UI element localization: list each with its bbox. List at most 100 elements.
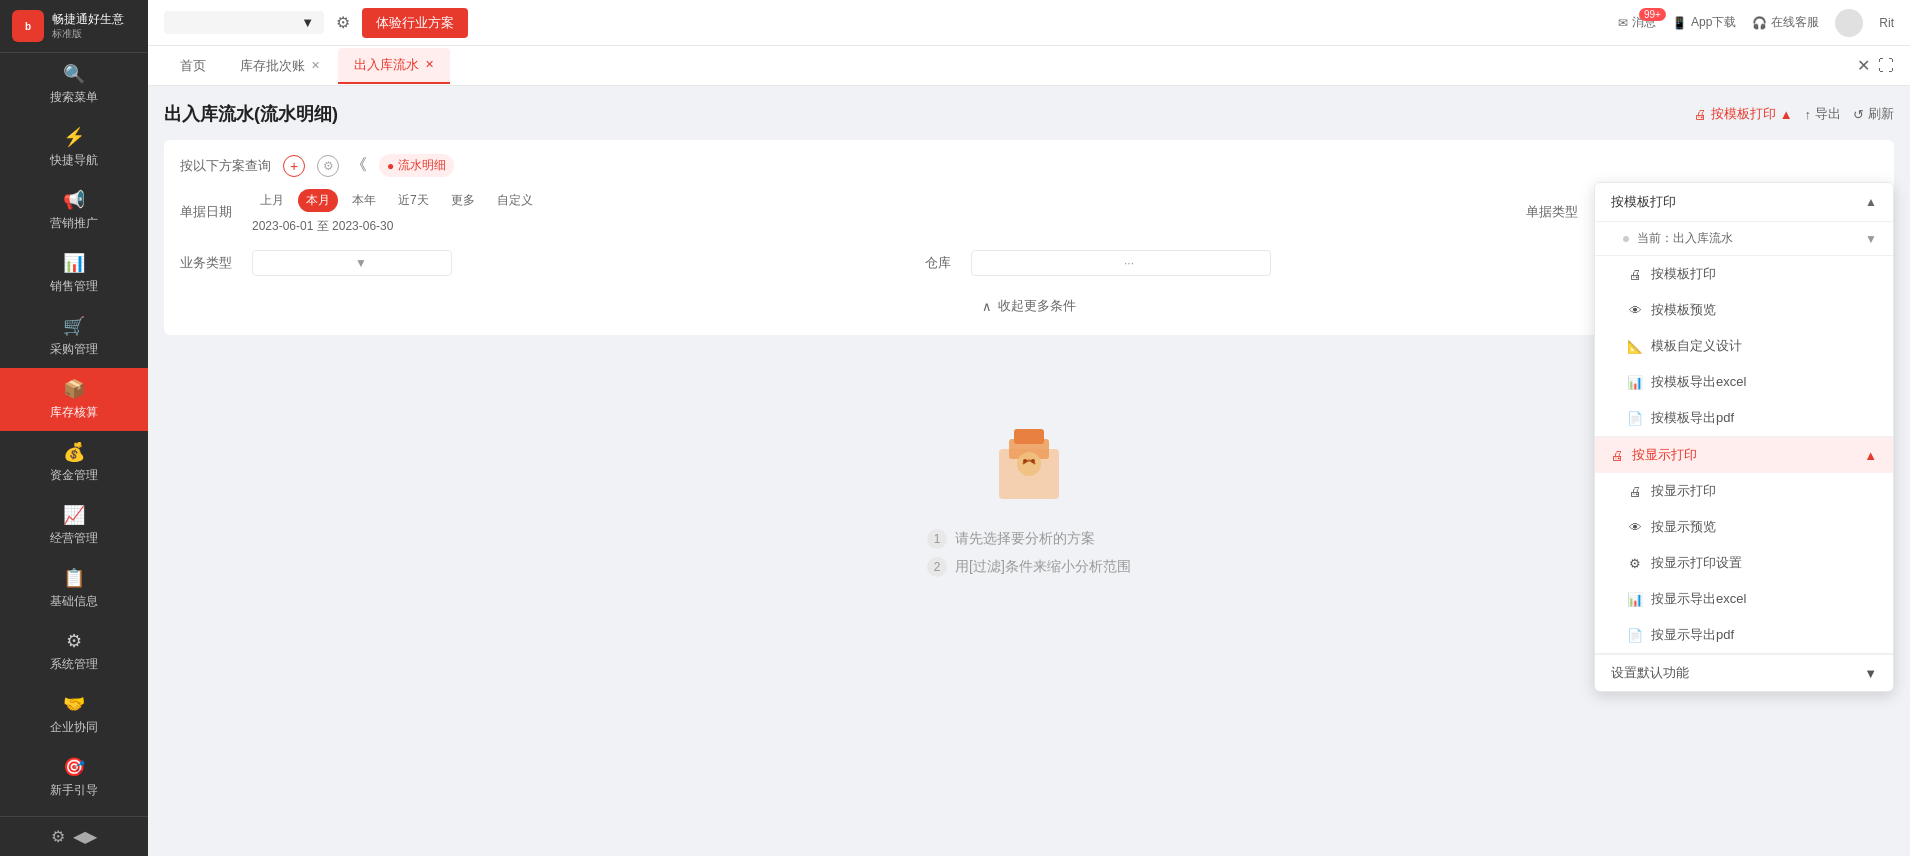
sidebar-item-app-center[interactable]: 🔲 应用中心 bbox=[0, 809, 148, 816]
warehouse-more-icon[interactable]: ··· bbox=[1124, 256, 1260, 270]
sidebar-item-newbie[interactable]: 🎯 新手引导 bbox=[0, 746, 148, 809]
user-avatar[interactable] bbox=[1835, 9, 1863, 37]
warehouse-dropdown[interactable]: ··· bbox=[971, 250, 1271, 276]
sidebar-item-inventory[interactable]: 📦 库存核算 bbox=[0, 368, 148, 431]
prev-month-btn[interactable]: 上月 bbox=[252, 189, 292, 212]
header-search-input[interactable] bbox=[174, 16, 301, 30]
dropdown-item-display-print-settings[interactable]: ⚙ 按显示打印设置 bbox=[1595, 545, 1893, 581]
sidebar-collapse-btn[interactable]: ◀▶ bbox=[73, 827, 97, 846]
template-print-button[interactable]: 🖨 按模板打印 ▲ bbox=[1694, 105, 1793, 123]
business-type-label: 业务类型 bbox=[180, 254, 232, 272]
tab-inventory-batch[interactable]: 库存批次账 ✕ bbox=[224, 49, 336, 83]
username-label[interactable]: Rit bbox=[1879, 16, 1894, 30]
message-badge: 99+ bbox=[1639, 8, 1666, 21]
tab-in-out-flow[interactable]: 出入库流水 ✕ bbox=[338, 48, 450, 84]
custom-date-btn[interactable]: 自定义 bbox=[489, 189, 541, 212]
hint-num-1: 1 bbox=[927, 529, 947, 549]
current-item-label: 当前：出入库流水 bbox=[1637, 230, 1733, 247]
dropdown-panel-footer[interactable]: 设置默认功能 ▼ bbox=[1595, 654, 1893, 691]
sidebar-logo: b 畅捷通好生意 标准版 bbox=[0, 0, 148, 53]
message-icon: ✉ bbox=[1618, 16, 1628, 30]
svg-point-5 bbox=[1017, 452, 1041, 476]
refresh-button[interactable]: ↺ 刷新 bbox=[1853, 105, 1894, 123]
template-print-dropdown-panel: 按模板打印 ▲ 当前：出入库流水 ▼ 🖨 按模板打印 👁 bbox=[1594, 182, 1894, 692]
page-title-bar: 出入库流水(流水明细) 🖨 按模板打印 ▲ ↑ 导出 ↺ 刷新 bbox=[164, 102, 1894, 126]
dropdown-item-display-print[interactable]: 🖨 按显示打印 bbox=[1595, 473, 1893, 509]
quick-nav-icon: ⚡ bbox=[63, 126, 85, 148]
filter-collapse-button[interactable]: 《 bbox=[351, 155, 367, 176]
template-export-excel-icon: 📊 bbox=[1627, 374, 1643, 390]
this-year-btn[interactable]: 本年 bbox=[344, 189, 384, 212]
industry-solution-button[interactable]: 体验行业方案 bbox=[362, 8, 468, 38]
dropdown-item-template-preview[interactable]: 👁 按模板预览 bbox=[1595, 292, 1893, 328]
dropdown-item-display-preview[interactable]: 👁 按显示预览 bbox=[1595, 509, 1893, 545]
sales-icon: 📊 bbox=[63, 252, 85, 274]
sidebar-item-purchase[interactable]: 🛒 采购管理 bbox=[0, 305, 148, 368]
sidebar-item-finance[interactable]: 💰 资金管理 bbox=[0, 431, 148, 494]
filter-label: 按以下方案查询 bbox=[180, 157, 271, 175]
basic-info-icon: 📋 bbox=[63, 567, 85, 589]
filter-add-button[interactable]: + bbox=[283, 155, 305, 177]
sidebar-item-search-menu[interactable]: 🔍 搜索菜单 bbox=[0, 53, 148, 116]
filter-settings-button[interactable]: ⚙ bbox=[317, 155, 339, 177]
enterprise-icon: 🤝 bbox=[63, 693, 85, 715]
tab-close-inventory-batch[interactable]: ✕ bbox=[311, 59, 320, 72]
footer-arrow-icon: ▼ bbox=[1864, 666, 1877, 681]
tab-home[interactable]: 首页 bbox=[164, 49, 222, 83]
sidebar-item-operations[interactable]: 📈 经营管理 bbox=[0, 494, 148, 557]
dropdown-item-template-export-excel[interactable]: 📊 按模板导出excel bbox=[1595, 364, 1893, 400]
business-type-arrow-icon: ▼ bbox=[355, 256, 441, 270]
filter-tag-item[interactable]: ● 流水明细 bbox=[379, 154, 454, 177]
warehouse-label: 仓库 bbox=[925, 254, 951, 272]
dropdown-item-template-print[interactable]: 🖨 按模板打印 bbox=[1595, 256, 1893, 292]
phone-icon: 📱 bbox=[1672, 16, 1687, 30]
business-type-dropdown[interactable]: ▼ bbox=[252, 250, 452, 276]
app-download-button[interactable]: 📱 App下载 bbox=[1672, 14, 1736, 31]
template-print-arrow-icon[interactable]: ▲ bbox=[1780, 107, 1793, 122]
operations-icon: 📈 bbox=[63, 504, 85, 526]
last-7-days-btn[interactable]: 近7天 bbox=[390, 189, 437, 212]
filter-tag-icon: ● bbox=[387, 159, 394, 173]
svg-point-7 bbox=[1031, 459, 1035, 463]
hint-num-2: 2 bbox=[927, 557, 947, 577]
display-section-arrow-icon[interactable]: ▲ bbox=[1864, 448, 1877, 463]
more-date-btn[interactable]: 更多 bbox=[443, 189, 483, 212]
top-header: ▼ ⚙ 体验行业方案 ✉ 消息 99+ 📱 App下载 🎧 在线客服 bbox=[148, 0, 1910, 46]
tab-fullscreen-icon[interactable]: ⛶ bbox=[1878, 57, 1894, 75]
sidebar-item-enterprise[interactable]: 🤝 企业协同 bbox=[0, 683, 148, 746]
export-icon: ↑ bbox=[1805, 107, 1812, 122]
app-logo-icon: b bbox=[12, 10, 44, 42]
dropdown-current-item[interactable]: 当前：出入库流水 ▼ bbox=[1595, 222, 1893, 255]
dropdown-item-display-export-pdf[interactable]: 📄 按显示导出pdf bbox=[1595, 617, 1893, 653]
sidebar-bottom: ⚙ ◀▶ bbox=[0, 816, 148, 856]
headset-icon: 🎧 bbox=[1752, 16, 1767, 30]
online-service-button[interactable]: 🎧 在线客服 bbox=[1752, 14, 1819, 31]
this-month-btn[interactable]: 本月 bbox=[298, 189, 338, 212]
current-item-arrow-icon[interactable]: ▼ bbox=[1865, 232, 1877, 246]
export-button[interactable]: ↑ 导出 bbox=[1805, 105, 1842, 123]
sidebar-item-sales[interactable]: 📊 销售管理 bbox=[0, 242, 148, 305]
message-button[interactable]: ✉ 消息 99+ bbox=[1618, 14, 1656, 31]
sidebar-item-quick-nav[interactable]: ⚡ 快捷导航 bbox=[0, 116, 148, 179]
display-section-header[interactable]: 🖨 按显示打印 ▲ bbox=[1595, 437, 1893, 473]
header-gear-btn[interactable]: ⚙ bbox=[336, 13, 350, 32]
dropdown-item-template-export-pdf[interactable]: 📄 按模板导出pdf bbox=[1595, 400, 1893, 436]
header-search-box[interactable]: ▼ bbox=[164, 11, 324, 34]
page-title: 出入库流水(流水明细) bbox=[164, 102, 338, 126]
current-item-dot-icon bbox=[1623, 236, 1629, 242]
dropdown-panel-header: 按模板打印 ▲ bbox=[1595, 183, 1893, 222]
sidebar-item-basic-info[interactable]: 📋 基础信息 bbox=[0, 557, 148, 620]
dropdown-panel-collapse-icon[interactable]: ▲ bbox=[1865, 195, 1877, 209]
dropdown-item-template-custom[interactable]: 📐 模板自定义设计 bbox=[1595, 328, 1893, 364]
search-dropdown-icon[interactable]: ▼ bbox=[301, 15, 314, 30]
dropdown-item-display-export-excel[interactable]: 📊 按显示导出excel bbox=[1595, 581, 1893, 617]
sidebar-nav: 🔍 搜索菜单 ⚡ 快捷导航 📢 营销推广 📊 销售管理 🛒 采购管理 📦 bbox=[0, 53, 148, 816]
sidebar-settings-btn[interactable]: ⚙ bbox=[51, 827, 65, 846]
display-print-item-icon: 🖨 bbox=[1627, 483, 1643, 499]
sidebar-item-marketing[interactable]: 📢 营销推广 bbox=[0, 179, 148, 242]
tab-close-all-icon[interactable]: ✕ bbox=[1857, 56, 1870, 75]
date-range-display: 2023-06-01 至 2023-06-30 bbox=[252, 218, 541, 235]
top-header-right: ✉ 消息 99+ 📱 App下载 🎧 在线客服 Rit bbox=[1618, 9, 1894, 37]
sidebar-item-system[interactable]: ⚙ 系统管理 bbox=[0, 620, 148, 683]
tab-close-in-out-flow[interactable]: ✕ bbox=[425, 58, 434, 71]
